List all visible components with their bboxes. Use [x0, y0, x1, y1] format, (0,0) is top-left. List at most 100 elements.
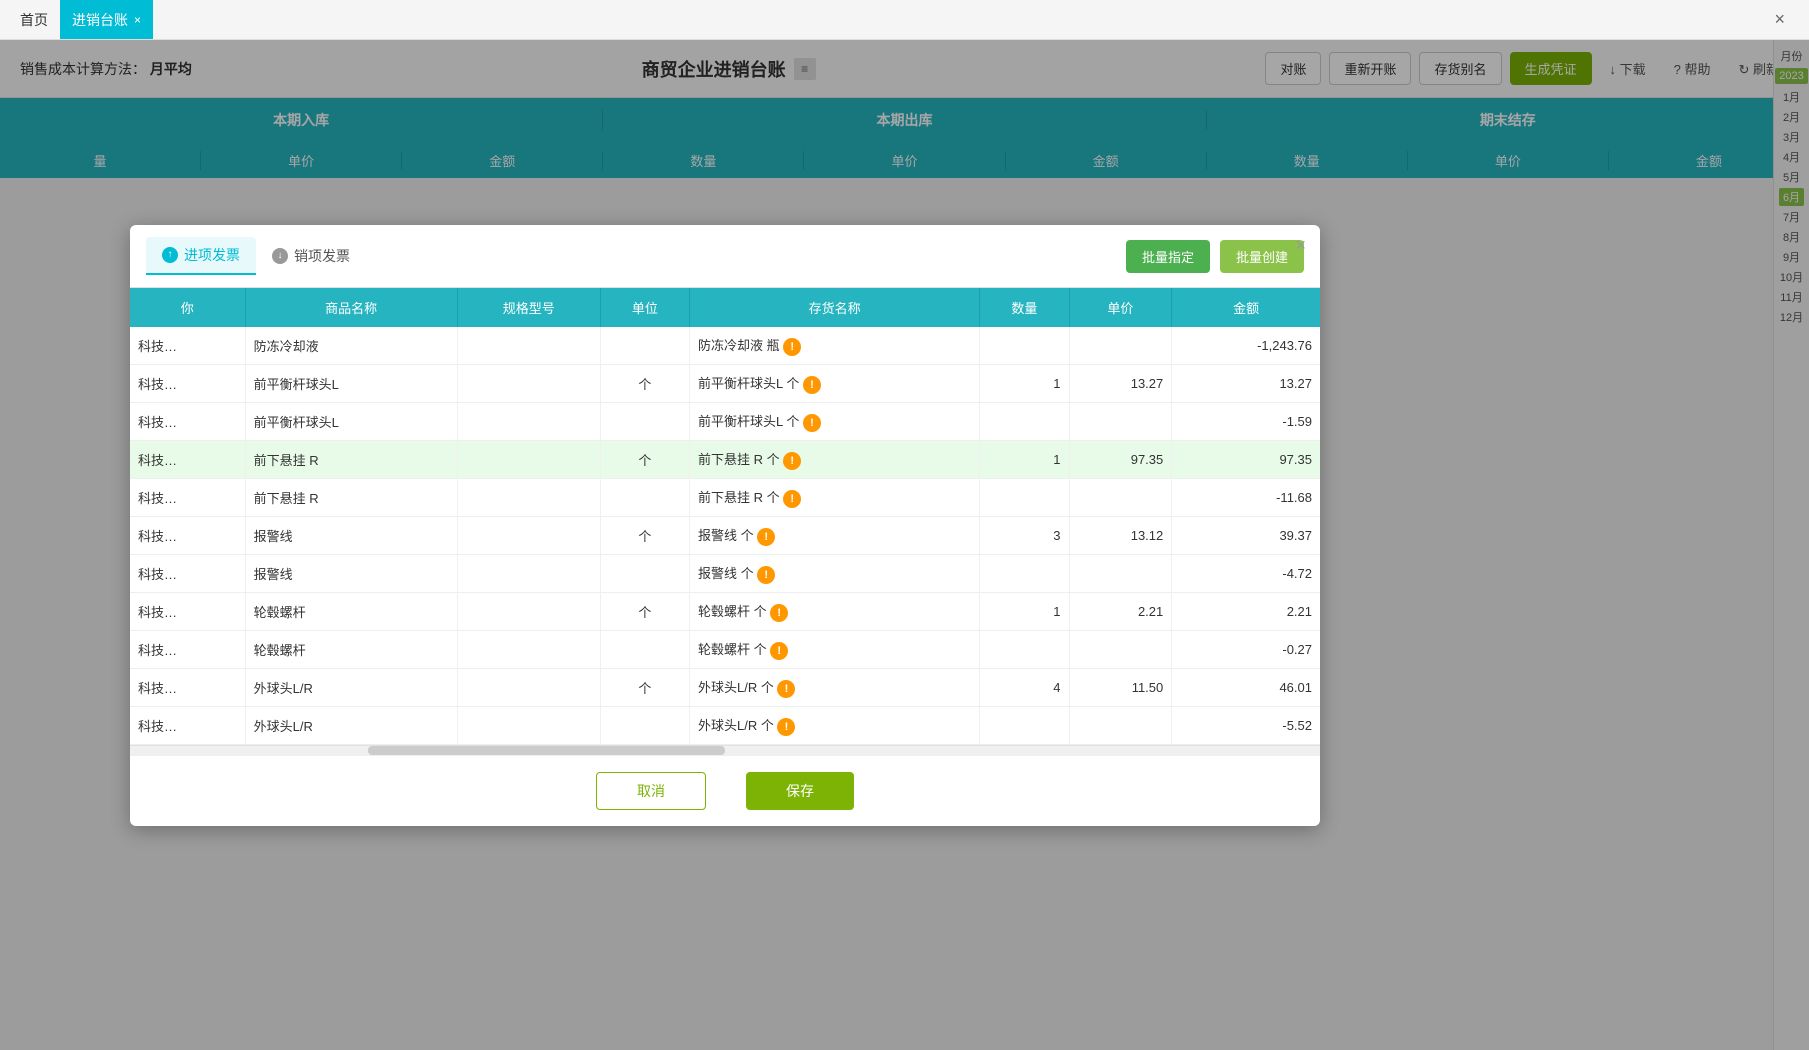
table-row[interactable]: 科技…报警线报警线 个 !-4.72: [130, 555, 1320, 593]
cell-7-7: 2.21: [1172, 593, 1320, 631]
cell-7-1: 轮毂螺杆: [245, 593, 457, 631]
cell-8-1: 轮毂螺杆: [245, 631, 457, 669]
cell-4-0: 科技…: [130, 479, 245, 517]
window-close-button[interactable]: ×: [1758, 9, 1801, 30]
cell-8-5: [980, 631, 1069, 669]
table-row[interactable]: 科技…轮毂螺杆个轮毂螺杆 个 !12.212.21: [130, 593, 1320, 631]
cell-0-3: [600, 327, 689, 365]
modal-table-wrap[interactable]: 你 商品名称 规格型号 单位 存货名称 数量 单价 金额 科技…防冻冷却液防冻冷…: [130, 288, 1320, 745]
modal-header: ↑ 进项发票 ↓ 销项发票 批量指定 批量创建 ×: [130, 225, 1320, 288]
cell-1-2: [457, 365, 600, 403]
cell-0-6: [1069, 327, 1172, 365]
table-row[interactable]: 科技…前下悬挂 R 前下悬挂 R 个 ! -11.68: [130, 479, 1320, 517]
cell-10-4: 外球头L/R 个 !: [689, 707, 979, 745]
cell-3-0: 科技…: [130, 441, 245, 479]
cell-0-5: [980, 327, 1069, 365]
cell-7-3: 个: [600, 593, 689, 631]
top-bar: 首页 进销台账 × ×: [0, 0, 1809, 40]
modal-close-button[interactable]: ×: [1295, 235, 1306, 256]
table-row[interactable]: 科技…前平衡杆球头L个前平衡杆球头L 个 !113.2713.27: [130, 365, 1320, 403]
table-body: 科技…防冻冷却液防冻冷却液 瓶 !-1,243.76科技…前平衡杆球头L个前平衡…: [130, 327, 1320, 745]
cell-0-2: [457, 327, 600, 365]
cell-10-7: -5.52: [1172, 707, 1320, 745]
cell-3-1: 前下悬挂 R: [245, 441, 457, 479]
cell-9-7: 46.01: [1172, 669, 1320, 707]
cell-6-2: [457, 555, 600, 593]
cell-4-1: 前下悬挂 R: [245, 479, 457, 517]
batch-create-button[interactable]: 批量创建: [1220, 240, 1304, 273]
cell-8-4: 轮毂螺杆 个 !: [689, 631, 979, 669]
cell-1-6: 13.27: [1069, 365, 1172, 403]
save-button[interactable]: 保存: [746, 772, 854, 810]
cell-6-6: [1069, 555, 1172, 593]
cell-4-2: [457, 479, 600, 517]
cell-3-7: 97.35: [1172, 441, 1320, 479]
cell-10-6: [1069, 707, 1172, 745]
scrollbar-thumb[interactable]: [368, 746, 725, 755]
cell-6-7: -4.72: [1172, 555, 1320, 593]
cell-0-0: 科技…: [130, 327, 245, 365]
cell-10-5: [980, 707, 1069, 745]
table-row[interactable]: 科技…轮毂螺杆 轮毂螺杆 个 ! -0.27: [130, 631, 1320, 669]
warning-icon: !: [783, 452, 801, 470]
warning-icon: !: [777, 680, 795, 698]
tab-outbound-invoice[interactable]: ↓ 销项发票: [256, 238, 366, 274]
cell-7-0: 科技…: [130, 593, 245, 631]
cell-1-7: 13.27: [1172, 365, 1320, 403]
tab-label: 进销台账: [72, 10, 128, 30]
cell-9-0: 科技…: [130, 669, 245, 707]
outbound-tab-icon: ↓: [272, 248, 288, 264]
warning-icon: !: [770, 604, 788, 622]
cancel-button[interactable]: 取消: [596, 772, 706, 810]
home-tab[interactable]: 首页: [8, 0, 60, 39]
cell-4-3: [600, 479, 689, 517]
cell-2-6: [1069, 403, 1172, 441]
warning-icon: !: [783, 338, 801, 356]
col-header-3: 单位: [600, 288, 689, 327]
cell-8-0: 科技…: [130, 631, 245, 669]
cell-0-1: 防冻冷却液: [245, 327, 457, 365]
cell-8-7: -0.27: [1172, 631, 1320, 669]
cell-5-4: 报警线 个 !: [689, 517, 979, 555]
cell-8-6: [1069, 631, 1172, 669]
cell-1-3: 个: [600, 365, 689, 403]
cell-1-1: 前平衡杆球头L: [245, 365, 457, 403]
table-scrollbar[interactable]: [130, 745, 1320, 755]
cell-5-3: 个: [600, 517, 689, 555]
cell-6-3: [600, 555, 689, 593]
active-tab[interactable]: 进销台账 ×: [60, 0, 153, 39]
tab-close-icon[interactable]: ×: [134, 13, 141, 27]
warning-icon: !: [757, 566, 775, 584]
cell-6-4: 报警线 个 !: [689, 555, 979, 593]
tab-inbound-invoice[interactable]: ↑ 进项发票: [146, 237, 256, 275]
cell-9-6: 11.50: [1069, 669, 1172, 707]
col-header-0: 你: [130, 288, 245, 327]
cell-8-2: [457, 631, 600, 669]
cell-9-5: 4: [980, 669, 1069, 707]
cell-10-2: [457, 707, 600, 745]
warning-icon: !: [757, 528, 775, 546]
table-row[interactable]: 科技…前平衡杆球头L前平衡杆球头L 个 !-1.59: [130, 403, 1320, 441]
col-header-5: 数量: [980, 288, 1069, 327]
table-row[interactable]: 科技…外球头L/R个外球头L/R 个 !411.5046.01: [130, 669, 1320, 707]
cell-4-7: -11.68: [1172, 479, 1320, 517]
warning-icon: !: [783, 490, 801, 508]
cell-7-4: 轮毂螺杆 个 !: [689, 593, 979, 631]
cell-7-5: 1: [980, 593, 1069, 631]
table-row[interactable]: 科技…前下悬挂 R个前下悬挂 R 个 !197.3597.35: [130, 441, 1320, 479]
cell-2-4: 前平衡杆球头L 个 !: [689, 403, 979, 441]
inbound-tab-icon: ↑: [162, 247, 178, 263]
batch-assign-button[interactable]: 批量指定: [1126, 240, 1210, 273]
cell-6-5: [980, 555, 1069, 593]
cell-3-6: 97.35: [1069, 441, 1172, 479]
table-row[interactable]: 科技…报警线个报警线 个 !313.1239.37: [130, 517, 1320, 555]
cell-4-4: 前下悬挂 R 个 !: [689, 479, 979, 517]
cell-2-7: -1.59: [1172, 403, 1320, 441]
cell-1-4: 前平衡杆球头L 个 !: [689, 365, 979, 403]
modal-dialog: ↑ 进项发票 ↓ 销项发票 批量指定 批量创建 × 你 商品名称 规格型号: [130, 225, 1320, 826]
warning-icon: !: [777, 718, 795, 736]
cell-0-7: -1,243.76: [1172, 327, 1320, 365]
table-row[interactable]: 科技…防冻冷却液防冻冷却液 瓶 !-1,243.76: [130, 327, 1320, 365]
table-row[interactable]: 科技…外球头L/R外球头L/R 个 !-5.52: [130, 707, 1320, 745]
cell-10-1: 外球头L/R: [245, 707, 457, 745]
